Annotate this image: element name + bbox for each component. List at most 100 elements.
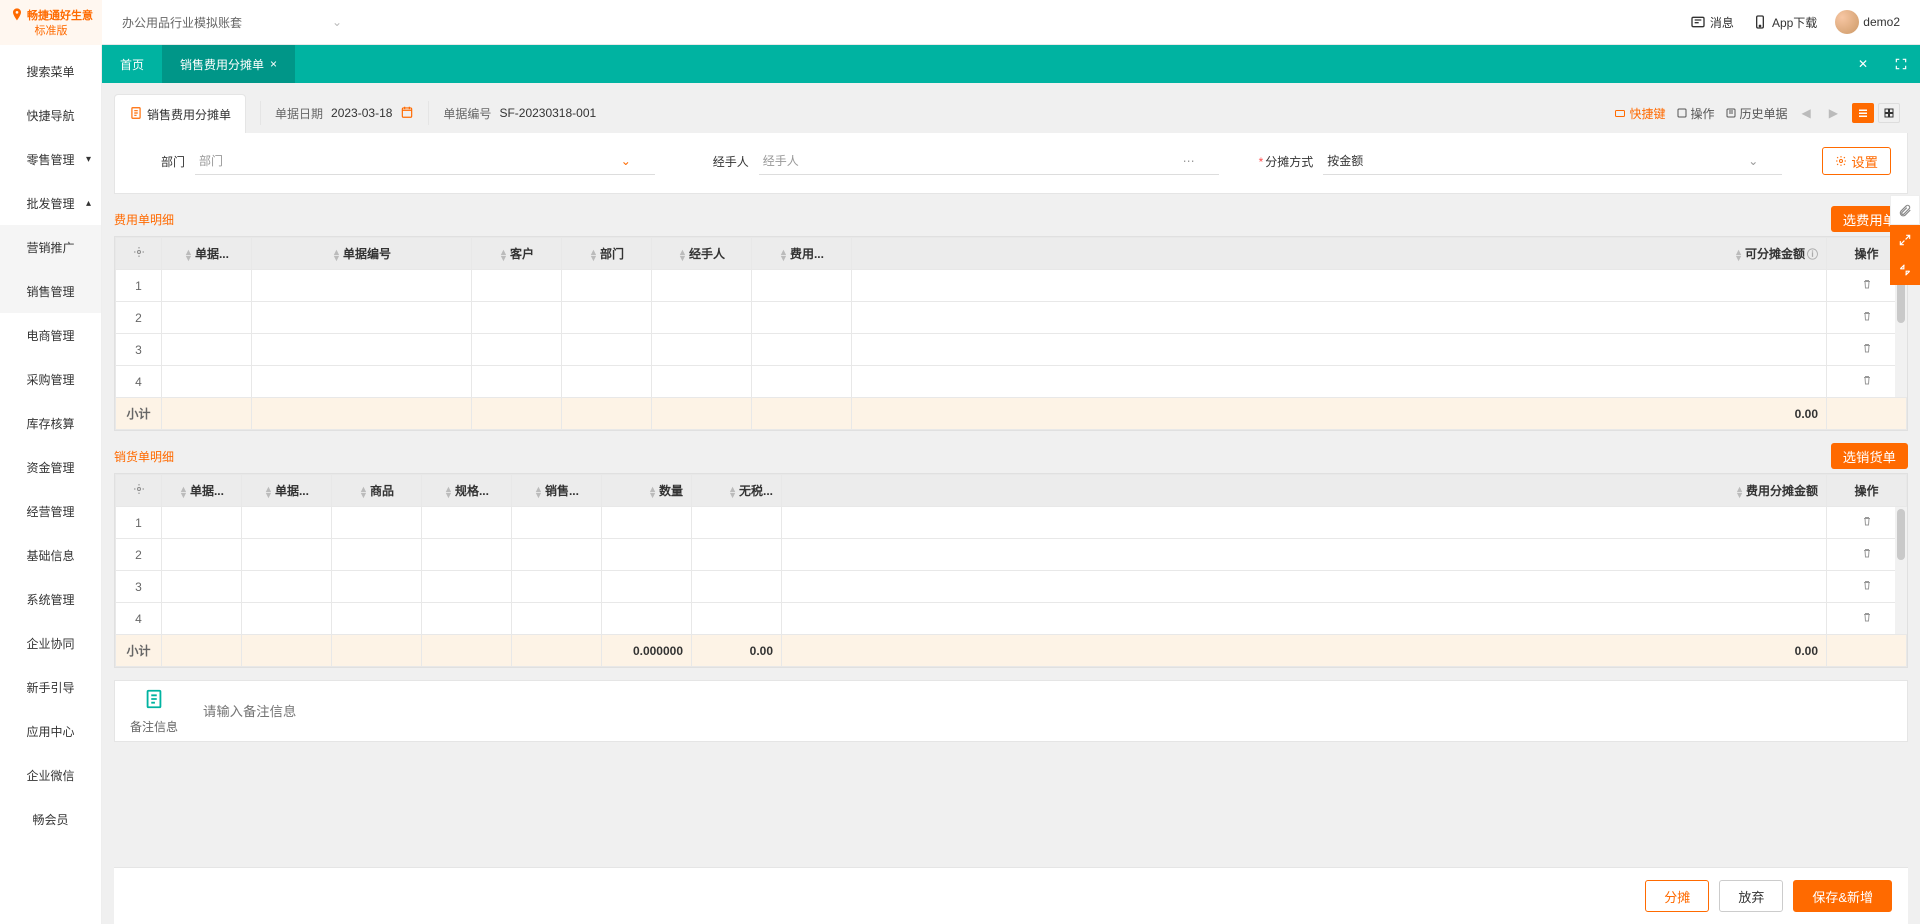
sidebar-item-wechat[interactable]: 企业微信 [0, 753, 101, 797]
sidebar-item-basic[interactable]: 基础信息 [0, 533, 101, 577]
sidebar-item-appcenter[interactable]: 应用中心 [0, 709, 101, 753]
caret-down-icon: ▾ [86, 154, 91, 165]
user-menu[interactable]: demo2 [1835, 10, 1900, 34]
doc-date-field[interactable]: 单据日期 2023-03-18 [275, 105, 414, 122]
sidebar-item-quicknav[interactable]: 快捷导航 [0, 93, 101, 137]
remark-input[interactable] [193, 681, 1907, 741]
col-handler[interactable]: ▲▼经手人 [652, 238, 752, 270]
sidebar-item-member[interactable]: 畅会员 [0, 797, 101, 841]
app-download-button[interactable]: App下载 [1752, 14, 1817, 31]
sidebar-item-finance[interactable]: 资金管理 [0, 445, 101, 489]
sidebar-item-inventory[interactable]: 库存核算 [0, 401, 101, 445]
table-row[interactable]: 1 [116, 507, 1907, 539]
view-grid-icon[interactable] [1878, 103, 1900, 123]
operation-button[interactable]: 操作 [1676, 105, 1715, 122]
attach-icon[interactable] [1890, 195, 1920, 225]
sidebar-item-guide[interactable]: 新手引导 [0, 665, 101, 709]
col-customer[interactable]: ▲▼客户 [472, 238, 562, 270]
col-allocatable-amount[interactable]: ▲▼可分摊金额ⓘ [852, 238, 1827, 270]
prev-doc-icon[interactable]: ◀ [1798, 106, 1815, 120]
table-row[interactable]: 2 [116, 302, 1907, 334]
topbar: 畅捷通好生意 标准版 办公用品行业模拟账套 ⌄ 消息 App下载 demo2 [0, 0, 1920, 45]
col-doc-number[interactable]: ▲▼单据编号 [252, 238, 472, 270]
calendar-icon[interactable] [400, 105, 414, 122]
col-spec[interactable]: ▲▼规格... [422, 475, 512, 507]
select-sales-button[interactable]: 选销货单 [1831, 443, 1908, 469]
col-doc-short[interactable]: ▲▼单据... [162, 238, 252, 270]
method-select[interactable]: 按金额 ⌄ [1323, 147, 1782, 175]
delete-icon[interactable] [1861, 343, 1873, 357]
table-row[interactable]: 4 [116, 603, 1907, 635]
settings-button[interactable]: 设置 [1822, 147, 1891, 175]
messages-button[interactable]: 消息 [1690, 14, 1734, 31]
next-doc-icon[interactable]: ▶ [1825, 106, 1842, 120]
delete-icon[interactable] [1861, 548, 1873, 562]
col-no-tax[interactable]: ▲▼无税... [692, 475, 782, 507]
tab-close-all[interactable]: ✕ [1844, 45, 1882, 83]
sort-icon: ▲▼ [332, 249, 341, 261]
col-alloc-amount[interactable]: ▲▼费用分摊金额 [782, 475, 1827, 507]
sidebar-item-search[interactable]: 搜索菜单 [0, 49, 101, 93]
save-new-button[interactable]: 保存&新增 [1793, 880, 1892, 912]
abandon-button[interactable]: 放弃 [1719, 880, 1783, 912]
logo[interactable]: 畅捷通好生意 标准版 [0, 0, 102, 45]
fullscreen-icon[interactable] [1882, 45, 1920, 83]
sidebar-item-label: 应用中心 [26, 723, 74, 740]
sort-icon: ▲▼ [359, 486, 368, 498]
col-sale[interactable]: ▲▼销售... [512, 475, 602, 507]
delete-icon[interactable] [1861, 375, 1873, 389]
sidebar-item-system[interactable]: 系统管理 [0, 577, 101, 621]
sidebar-item-collab[interactable]: 企业协同 [0, 621, 101, 665]
shortcut-label: 快捷键 [1629, 105, 1665, 122]
gear-column[interactable] [116, 238, 162, 270]
expand-icon[interactable] [1890, 225, 1920, 255]
tab-current[interactable]: 销售费用分摊单 × [162, 45, 295, 83]
sidebar-item-label: 采购管理 [26, 371, 74, 388]
gear-column[interactable] [116, 475, 162, 507]
col-product[interactable]: ▲▼商品 [332, 475, 422, 507]
col-doc-1[interactable]: ▲▼单据... [162, 475, 242, 507]
table-row[interactable]: 2 [116, 539, 1907, 571]
handler-input[interactable]: 经手人 ⋯ [759, 147, 1219, 175]
vertical-scrollbar[interactable] [1895, 507, 1907, 634]
subtotal-row: 小计 0.000000 0.00 0.00 [116, 635, 1907, 667]
sidebar-item-operation[interactable]: 经营管理 [0, 489, 101, 533]
delete-icon[interactable] [1861, 580, 1873, 594]
dept-label: 部门 [131, 153, 185, 170]
dept-placeholder: 部门 [199, 152, 223, 169]
dept-input[interactable]: 部门 ⌄ [195, 147, 655, 175]
expense-section-title: 费用单明细 [114, 211, 174, 228]
tenant-selector[interactable]: 办公用品行业模拟账套 ⌄ [122, 14, 342, 31]
gear-icon [1835, 155, 1847, 167]
history-button[interactable]: 历史单据 [1725, 105, 1788, 122]
vertical-scrollbar[interactable] [1895, 270, 1907, 397]
delete-icon[interactable] [1861, 311, 1873, 325]
sidebar-item-sales[interactable]: 销售管理 [0, 269, 101, 313]
table-row[interactable]: 3 [116, 571, 1907, 603]
sidebar-item-purchase[interactable]: 采购管理 [0, 357, 101, 401]
shortcut-button[interactable]: 快捷键 [1614, 105, 1665, 122]
delete-icon[interactable] [1861, 612, 1873, 626]
tab-home[interactable]: 首页 [102, 45, 162, 83]
sidebar-item-marketing[interactable]: 营销推广 [0, 225, 101, 269]
delete-icon[interactable] [1861, 279, 1873, 293]
table-row[interactable]: 1 [116, 270, 1907, 302]
collapse-icon[interactable] [1890, 255, 1920, 285]
col-dept[interactable]: ▲▼部门 [562, 238, 652, 270]
sidebar-item-retail[interactable]: 零售管理▾ [0, 137, 101, 181]
col-expense[interactable]: ▲▼费用... [752, 238, 852, 270]
note-icon [143, 688, 165, 716]
close-icon[interactable]: × [270, 57, 277, 71]
sidebar-item-wholesale[interactable]: 批发管理▴ [0, 181, 101, 225]
sidebar-item-label: 企业协同 [26, 635, 74, 652]
table-row[interactable]: 3 [116, 334, 1907, 366]
sidebar-item-ecommerce[interactable]: 电商管理 [0, 313, 101, 357]
table-row[interactable]: 4 [116, 366, 1907, 398]
col-qty[interactable]: ▲▼数量 [602, 475, 692, 507]
col-doc-2[interactable]: ▲▼单据... [242, 475, 332, 507]
doc-date-label: 单据日期 [275, 105, 323, 122]
sidebar-item-label: 系统管理 [26, 591, 74, 608]
allocate-button[interactable]: 分摊 [1645, 880, 1709, 912]
view-list-icon[interactable] [1852, 103, 1874, 123]
delete-icon[interactable] [1861, 516, 1873, 530]
